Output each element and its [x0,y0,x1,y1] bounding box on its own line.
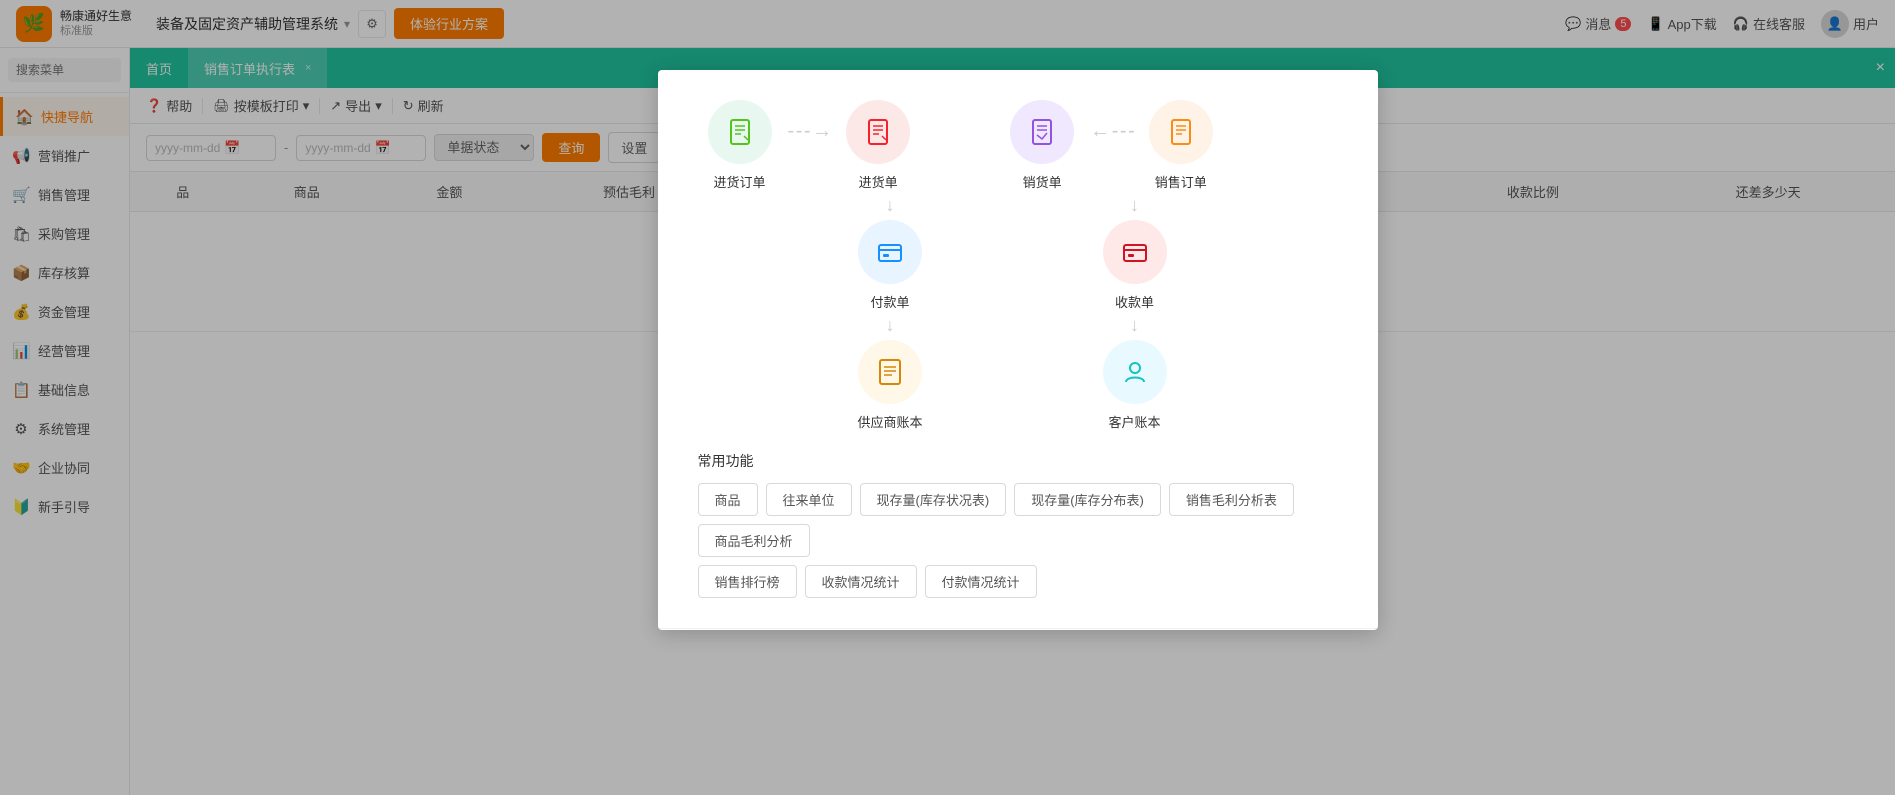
sales-order-label: 销售订单 [1155,172,1207,191]
sales-bill-label: 销货单 [1023,172,1062,191]
common-functions-section: 常用功能 商品 往来单位 现存量(库存状况表) 现存量(库存分布表) 销售毛利分… [698,451,1338,598]
flow-top-row: 进货订单 - - - → 进货单 [698,100,1338,191]
down-arrow-3: ↓ [886,315,895,336]
purchase-order-label: 进货订单 [713,172,765,191]
supplier-account-label: 供应商账本 [858,412,923,431]
down-arrow-2: ↓ [1130,195,1139,216]
purchase-order-icon [708,100,772,164]
flow-node-customer-account[interactable]: 客户账本 [1103,340,1167,431]
func-btn-product[interactable]: 商品 [698,483,758,516]
flow-node-sales-bill[interactable]: 销货单 [1010,100,1074,191]
arrow-1: - - - → [784,120,835,171]
flow-node-payment[interactable]: 付款单 [858,220,922,311]
purchase-bill-label: 进货单 [859,172,898,191]
flow-node-purchase-bill[interactable]: 进货单 [846,100,910,191]
main-content: 首页 销售订单执行表 × × ❓ 帮助 🖨 [130,48,1895,795]
customer-account-icon [1103,340,1167,404]
function-buttons-row2: 销售排行榜 收款情况统计 付款情况统计 [698,565,1338,598]
flow-node-supplier-account[interactable]: 供应商账本 [858,340,923,431]
arrow-2: ← - - - [1086,120,1137,171]
common-functions-title: 常用功能 [698,451,1338,471]
down-arrow-4: ↓ [1130,315,1139,336]
flow-second-section: ↓ 付款单 ↓ [698,191,1338,431]
purchase-bill-icon [846,100,910,164]
flow-sub-right: ↓ 收款单 ↓ [1093,191,1177,431]
func-btn-sales-margin[interactable]: 销售毛利分析表 [1169,483,1294,516]
sales-order-icon [1149,100,1213,164]
sales-bill-icon [1010,100,1074,164]
flow-node-purchase-order[interactable]: 进货订单 [708,100,772,191]
flow-modal: 进货订单 - - - → 进货单 [658,70,1378,630]
flow-node-receipt[interactable]: 收款单 [1103,220,1167,311]
flow-node-sales-order[interactable]: 销售订单 [1149,100,1213,191]
payment-label: 付款单 [870,292,909,311]
modal-content: 进货订单 - - - → 进货单 [658,70,1378,628]
receipt-label: 收款单 [1115,292,1154,311]
receipt-icon [1103,220,1167,284]
func-btn-contacts[interactable]: 往来单位 [766,483,852,516]
func-btn-inventory-status[interactable]: 现存量(库存状况表) [860,483,1007,516]
func-btn-receipt-stats[interactable]: 收款情况统计 [805,565,917,598]
function-buttons-row1: 商品 往来单位 现存量(库存状况表) 现存量(库存分布表) 销售毛利分析表 商品… [698,483,1338,557]
down-arrow-1: ↓ [886,195,895,216]
supplier-account-icon [858,340,922,404]
payment-icon [858,220,922,284]
modal-overlay[interactable]: 进货订单 - - - → 进货单 [130,48,1895,795]
func-btn-inventory-dist[interactable]: 现存量(库存分布表) [1014,483,1161,516]
customer-account-label: 客户账本 [1109,412,1161,431]
func-btn-payment-stats[interactable]: 付款情况统计 [925,565,1037,598]
func-btn-sales-rank[interactable]: 销售排行榜 [698,565,797,598]
modal-scrollbar: ◀ ▶ [658,628,1378,630]
func-btn-product-margin[interactable]: 商品毛利分析 [698,524,810,557]
flow-sub-left: ↓ 付款单 ↓ [848,191,933,431]
